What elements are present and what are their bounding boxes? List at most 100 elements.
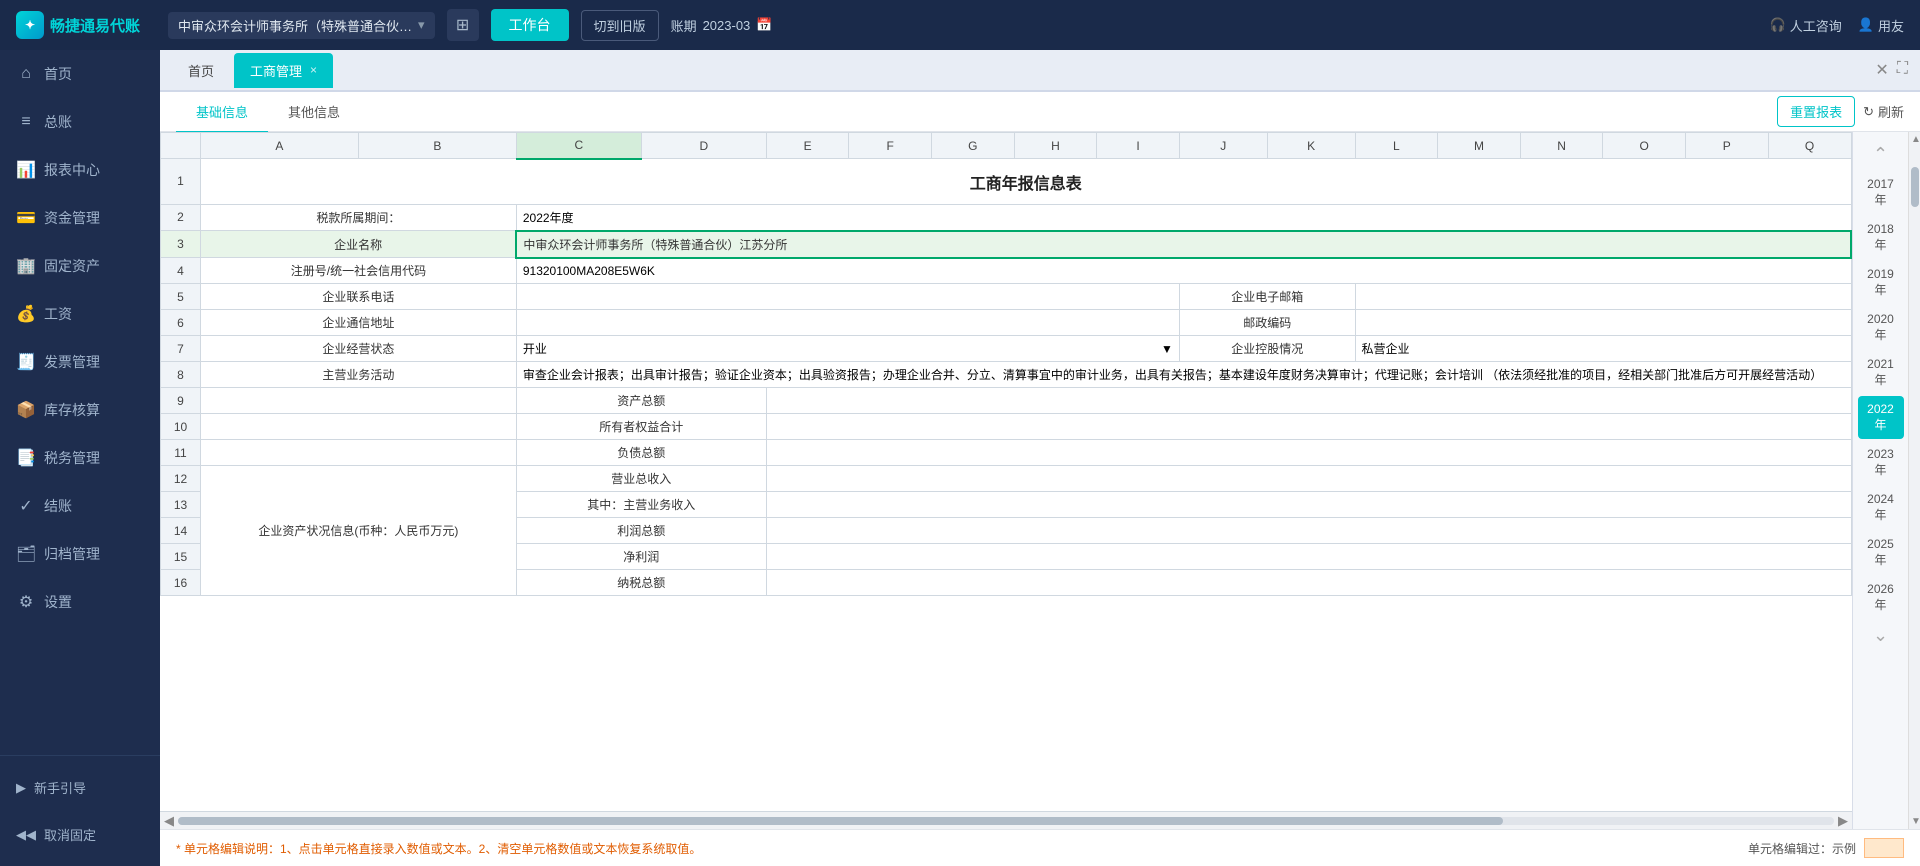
scroll-left-btn[interactable]: ◀ (164, 813, 174, 829)
year-item-2017[interactable]: 2017年 (1858, 171, 1904, 214)
user-menu[interactable]: 👤 用友 (1858, 16, 1904, 35)
old-version-button[interactable]: 切到旧版 (581, 10, 659, 41)
col-n[interactable]: N (1520, 133, 1603, 159)
year-item-2026[interactable]: 2026年 (1858, 576, 1904, 619)
sidebar-item-ledger[interactable]: ≡ 总账 (0, 98, 160, 146)
cell-9-value[interactable] (766, 388, 1851, 414)
maximize-icon[interactable]: ⛶ (1897, 60, 1908, 80)
col-b[interactable]: B (358, 133, 516, 159)
cell-6-value[interactable] (516, 310, 1179, 336)
year-nav-down[interactable]: ⌄ (1869, 621, 1892, 650)
col-c[interactable]: C (516, 133, 641, 159)
cell-title[interactable]: 工商年报信息表 (201, 159, 1852, 205)
cell-11-value[interactable] (766, 440, 1851, 466)
sidebar-item-unpin[interactable]: ◀◀ 取消固定 (0, 811, 160, 858)
tab-bizmanage[interactable]: 工商管理 × (234, 53, 333, 88)
vertical-scrollbar[interactable]: ▲ ▼ (1908, 132, 1920, 829)
scroll-right-btn[interactable]: ▶ (1838, 813, 1848, 829)
sidebar-label-fixed: 固定资产 (44, 256, 100, 276)
col-f[interactable]: F (849, 133, 932, 159)
horizontal-scrollbar[interactable]: ◀ ▶ (160, 811, 1852, 829)
col-d[interactable]: D (641, 133, 766, 159)
year-item-2021[interactable]: 2021年 (1858, 351, 1904, 394)
sidebar-bottom: ▶ 新手引导 ◀◀ 取消固定 (0, 755, 160, 866)
scroll-track-v[interactable] (1909, 147, 1920, 814)
sidebar-label-settle: 结账 (44, 496, 72, 516)
sidebar-item-archive[interactable]: 🗂 归档管理 (0, 530, 160, 578)
cell-12-value[interactable] (766, 466, 1851, 492)
sidebar-item-salary[interactable]: 💰 工资 (0, 290, 160, 338)
refresh-button[interactable]: ↻ 刷新 (1863, 102, 1904, 121)
col-a[interactable]: A (201, 133, 359, 159)
year-item-2020[interactable]: 2020年 (1858, 306, 1904, 349)
table-row: 9 资产总额 (161, 388, 1852, 414)
col-m[interactable]: M (1438, 133, 1521, 159)
refresh-label: 刷新 (1878, 102, 1904, 121)
cell-7-value[interactable]: 开业 ▼ (516, 336, 1179, 362)
close-window-icon[interactable]: ✕ (1875, 60, 1888, 80)
year-item-2025[interactable]: 2025年 (1858, 531, 1904, 574)
col-p[interactable]: P (1686, 133, 1769, 159)
consult-button[interactable]: 🎧 人工咨询 (1770, 16, 1842, 35)
tab-basic-info[interactable]: 基础信息 (176, 92, 268, 133)
tab-close-icon[interactable]: × (310, 63, 317, 77)
company-selector[interactable]: 中审众环会计师事务所（特殊普通合伙… ▾ (168, 12, 435, 39)
spreadsheet-container[interactable]: A B C D E F G H I J K L (160, 132, 1852, 811)
tab-home[interactable]: 首页 (172, 53, 230, 88)
year-item-2023[interactable]: 2023年 (1858, 441, 1904, 484)
scroll-thumb[interactable] (178, 817, 1503, 825)
cell-3-value[interactable]: 中审众环会计师事务所（特殊普通合伙）江苏分所 (516, 231, 1851, 258)
cell-5-right-value[interactable] (1355, 284, 1851, 310)
year-item-2018[interactable]: 2018年 (1858, 216, 1904, 259)
sidebar-item-home[interactable]: ⌂ 首页 (0, 50, 160, 98)
col-l[interactable]: L (1355, 133, 1438, 159)
reset-report-button[interactable]: 重置报表 (1777, 96, 1855, 127)
workbench-button[interactable]: 工作台 (491, 9, 569, 41)
sidebar-label-invoice: 发票管理 (44, 352, 100, 372)
sidebar-item-inventory[interactable]: 📦 库存核算 (0, 386, 160, 434)
cell-10-value[interactable] (766, 414, 1851, 440)
cell-4-value[interactable]: 91320100MA208E5W6K (516, 258, 1851, 284)
cell-7-right-value[interactable]: 私营企业 (1355, 336, 1851, 362)
top-header: ✦ 畅捷通易代账 中审众环会计师事务所（特殊普通合伙… ▾ ⊞ 工作台 切到旧版… (0, 0, 1920, 50)
cell-5-value[interactable] (516, 284, 1179, 310)
sidebar-item-tax[interactable]: 📑 税务管理 (0, 434, 160, 482)
sidebar-item-settle[interactable]: ✓ 结账 (0, 482, 160, 530)
cell-2-value[interactable]: 2022年度 (516, 204, 1851, 231)
sidebar-item-invoice[interactable]: 🧾 发票管理 (0, 338, 160, 386)
table-row: 7 企业经营状态 开业 ▼ 企业控股情况 私营企业 (161, 336, 1852, 362)
col-q[interactable]: Q (1768, 133, 1851, 159)
sidebar-item-fixed[interactable]: 🏢 固定资产 (0, 242, 160, 290)
tab-other-info[interactable]: 其他信息 (268, 92, 360, 133)
year-item-2024[interactable]: 2024年 (1858, 486, 1904, 529)
play-icon: ▶ (16, 780, 26, 796)
content-area: 首页 工商管理 × ✕ ⛶ 基础信息 其他信息 (160, 50, 1920, 866)
col-e[interactable]: E (766, 133, 849, 159)
col-h[interactable]: H (1014, 133, 1097, 159)
cell-16-value[interactable] (766, 570, 1851, 596)
col-g[interactable]: G (932, 133, 1015, 159)
col-o[interactable]: O (1603, 133, 1686, 159)
scroll-down-btn[interactable]: ▼ (1909, 814, 1920, 829)
doc-icon[interactable]: ⊞ (447, 9, 479, 41)
scroll-thumb-v[interactable] (1911, 167, 1919, 207)
col-k[interactable]: K (1267, 133, 1355, 159)
sidebar-item-report[interactable]: 📊 报表中心 (0, 146, 160, 194)
cell-13-value[interactable] (766, 492, 1851, 518)
year-item-2022[interactable]: 2022年 (1858, 396, 1904, 439)
year-item-2019[interactable]: 2019年 (1858, 261, 1904, 304)
sidebar-item-finance[interactable]: 💳 资金管理 (0, 194, 160, 242)
cell-15-value[interactable] (766, 544, 1851, 570)
cell-6-right-value[interactable] (1355, 310, 1851, 336)
col-j[interactable]: J (1179, 133, 1267, 159)
sidebar-item-settings[interactable]: ⚙ 设置 (0, 578, 160, 626)
cell-8-value[interactable]: 审查企业会计报表；出具审计报告；验证企业资本；出具验资报告；办理企业合并、分立、… (516, 362, 1851, 388)
year-nav-up[interactable]: ⌃ (1869, 140, 1892, 169)
scroll-up-btn[interactable]: ▲ (1909, 132, 1920, 147)
sidebar-item-newguide[interactable]: ▶ 新手引导 (0, 764, 160, 811)
tax-icon: 📑 (16, 448, 36, 468)
col-i[interactable]: I (1097, 133, 1180, 159)
cell-14-value[interactable] (766, 518, 1851, 544)
calendar-icon[interactable]: 📅 (756, 17, 772, 33)
scroll-track[interactable] (178, 817, 1834, 825)
